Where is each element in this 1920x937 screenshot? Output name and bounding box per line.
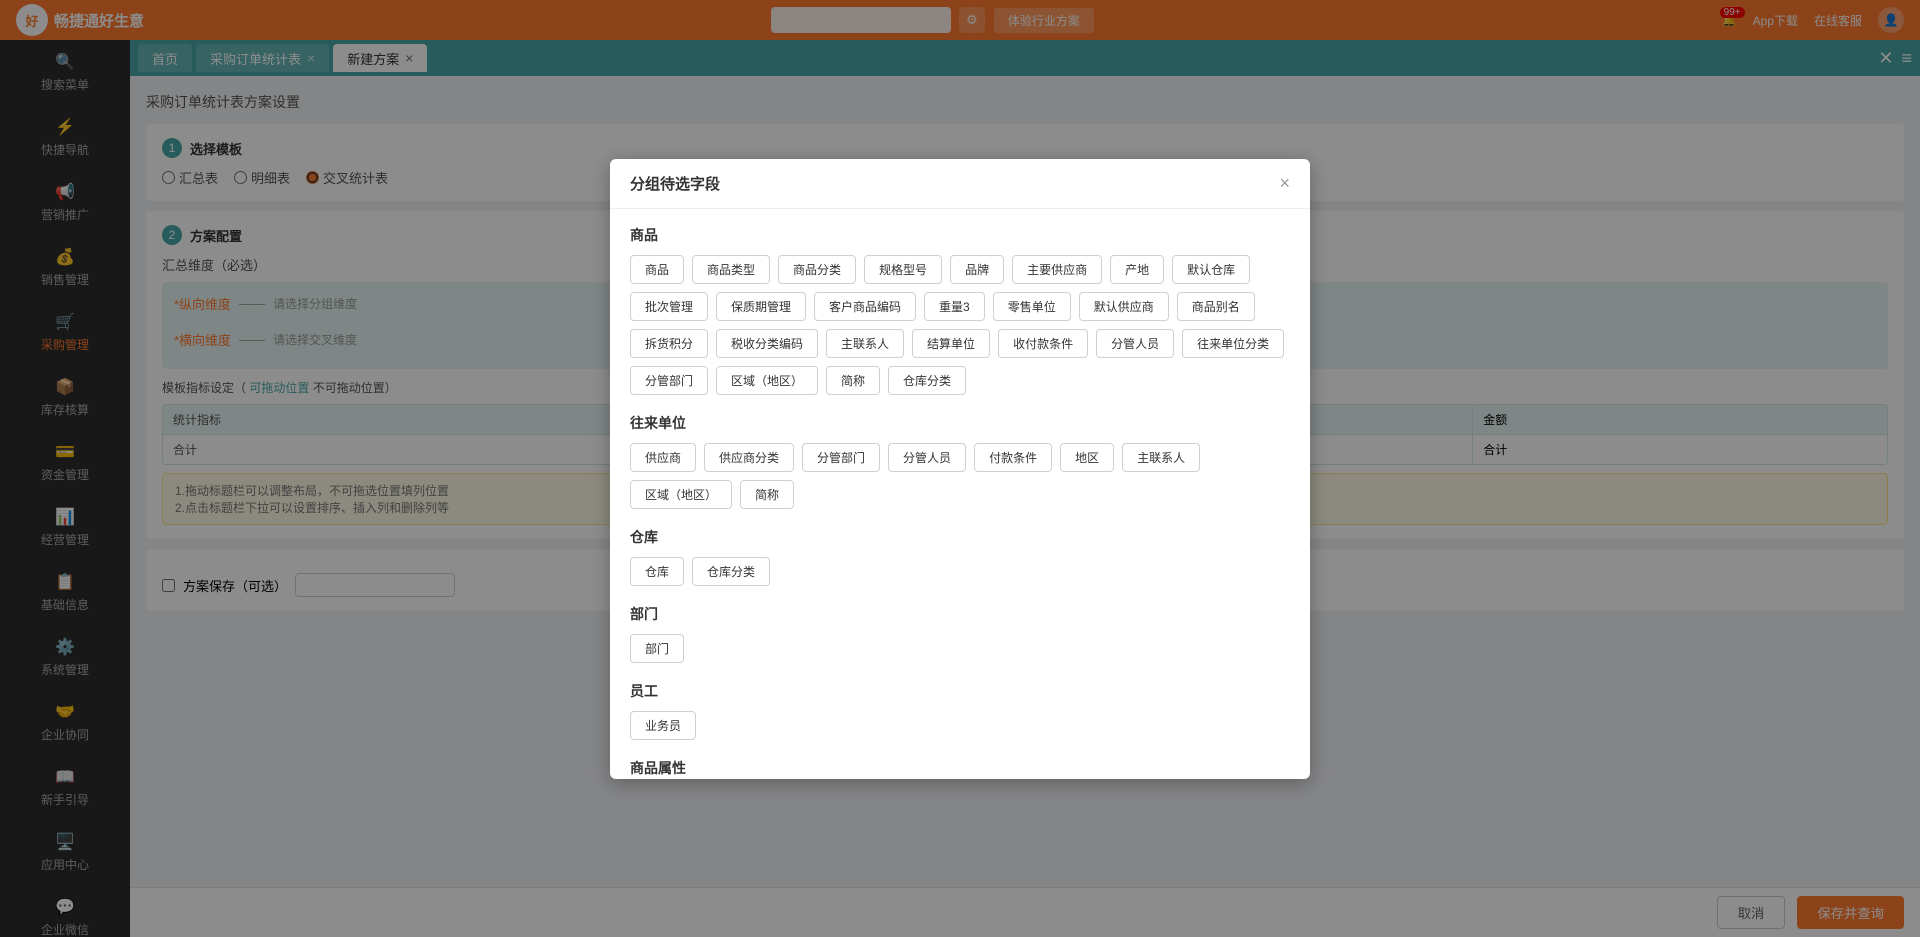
field-tag[interactable]: 拆货积分 [630, 329, 708, 358]
field-tag[interactable]: 商品别名 [1177, 292, 1255, 321]
field-tags-员工: 业务员 [630, 711, 1290, 740]
field-tag[interactable]: 商品 [630, 255, 684, 284]
field-tags-商品: 商品商品类型商品分类规格型号品牌主要供应商产地默认仓库批次管理保质期管理客户商品… [630, 255, 1290, 395]
field-tag[interactable]: 默认供应商 [1079, 292, 1169, 321]
field-group-部门: 部门部门 [630, 604, 1290, 663]
field-tag[interactable]: 批次管理 [630, 292, 708, 321]
group-title-仓库: 仓库 [630, 527, 1290, 547]
modal-body: 商品商品商品类型商品分类规格型号品牌主要供应商产地默认仓库批次管理保质期管理客户… [610, 209, 1310, 779]
field-tag[interactable]: 重量3 [924, 292, 985, 321]
field-tag[interactable]: 部门 [630, 634, 684, 663]
field-tag[interactable]: 简称 [826, 366, 880, 395]
field-tag[interactable]: 分管人员 [888, 443, 966, 472]
field-tag[interactable]: 主联系人 [1122, 443, 1200, 472]
group-title-员工: 员工 [630, 681, 1290, 701]
field-tag[interactable]: 区域（地区） [716, 366, 818, 395]
field-tag[interactable]: 分管人员 [1096, 329, 1174, 358]
field-tag[interactable]: 结算单位 [912, 329, 990, 358]
field-tag[interactable]: 分管部门 [630, 366, 708, 395]
modal-header: 分组待选字段 × [610, 159, 1310, 209]
field-tag[interactable]: 零售单位 [993, 292, 1071, 321]
field-tag[interactable]: 区域（地区） [630, 480, 732, 509]
field-group-商品: 商品商品商品类型商品分类规格型号品牌主要供应商产地默认仓库批次管理保质期管理客户… [630, 225, 1290, 395]
field-tag[interactable]: 业务员 [630, 711, 696, 740]
field-tag[interactable]: 主联系人 [826, 329, 904, 358]
group-title-往来单位: 往来单位 [630, 413, 1290, 433]
field-tags-部门: 部门 [630, 634, 1290, 663]
field-group-商品属性: 商品属性属性颜色多规格尺码鞋码1 [630, 758, 1290, 779]
group-title-商品属性: 商品属性 [630, 758, 1290, 778]
modal-close-button[interactable]: × [1279, 173, 1290, 194]
modal-overlay: 分组待选字段 × 商品商品商品类型商品分类规格型号品牌主要供应商产地默认仓库批次… [0, 0, 1920, 937]
field-tag[interactable]: 供应商 [630, 443, 696, 472]
field-tags-仓库: 仓库仓库分类 [630, 557, 1290, 586]
field-tag[interactable]: 产地 [1110, 255, 1164, 284]
field-tag[interactable]: 仓库分类 [888, 366, 966, 395]
field-group-员工: 员工业务员 [630, 681, 1290, 740]
group-title-部门: 部门 [630, 604, 1290, 624]
field-tag[interactable]: 地区 [1060, 443, 1114, 472]
field-tag[interactable]: 保质期管理 [716, 292, 806, 321]
modal-dialog: 分组待选字段 × 商品商品商品类型商品分类规格型号品牌主要供应商产地默认仓库批次… [610, 159, 1310, 779]
group-title-商品: 商品 [630, 225, 1290, 245]
field-tag[interactable]: 主要供应商 [1012, 255, 1102, 284]
field-tag[interactable]: 规格型号 [864, 255, 942, 284]
field-tag[interactable]: 税收分类编码 [716, 329, 818, 358]
field-tag[interactable]: 默认仓库 [1172, 255, 1250, 284]
field-tag[interactable]: 仓库分类 [692, 557, 770, 586]
field-tag[interactable]: 分管部门 [802, 443, 880, 472]
field-tag[interactable]: 供应商分类 [704, 443, 794, 472]
field-tag[interactable]: 商品类型 [692, 255, 770, 284]
field-tag[interactable]: 收付款条件 [998, 329, 1088, 358]
field-tag[interactable]: 商品分类 [778, 255, 856, 284]
field-group-往来单位: 往来单位供应商供应商分类分管部门分管人员付款条件地区主联系人区域（地区） 简称 [630, 413, 1290, 509]
field-tag[interactable]: 简称 [740, 480, 794, 509]
modal-title: 分组待选字段 [630, 173, 720, 194]
field-tag[interactable]: 客户商品编码 [814, 292, 916, 321]
field-tags-往来单位: 供应商供应商分类分管部门分管人员付款条件地区主联系人区域（地区） 简称 [630, 443, 1290, 509]
field-tag[interactable]: 往来单位分类 [1182, 329, 1284, 358]
field-tag[interactable]: 仓库 [630, 557, 684, 586]
field-tag[interactable]: 品牌 [950, 255, 1004, 284]
field-tag[interactable]: 付款条件 [974, 443, 1052, 472]
field-group-仓库: 仓库仓库仓库分类 [630, 527, 1290, 586]
